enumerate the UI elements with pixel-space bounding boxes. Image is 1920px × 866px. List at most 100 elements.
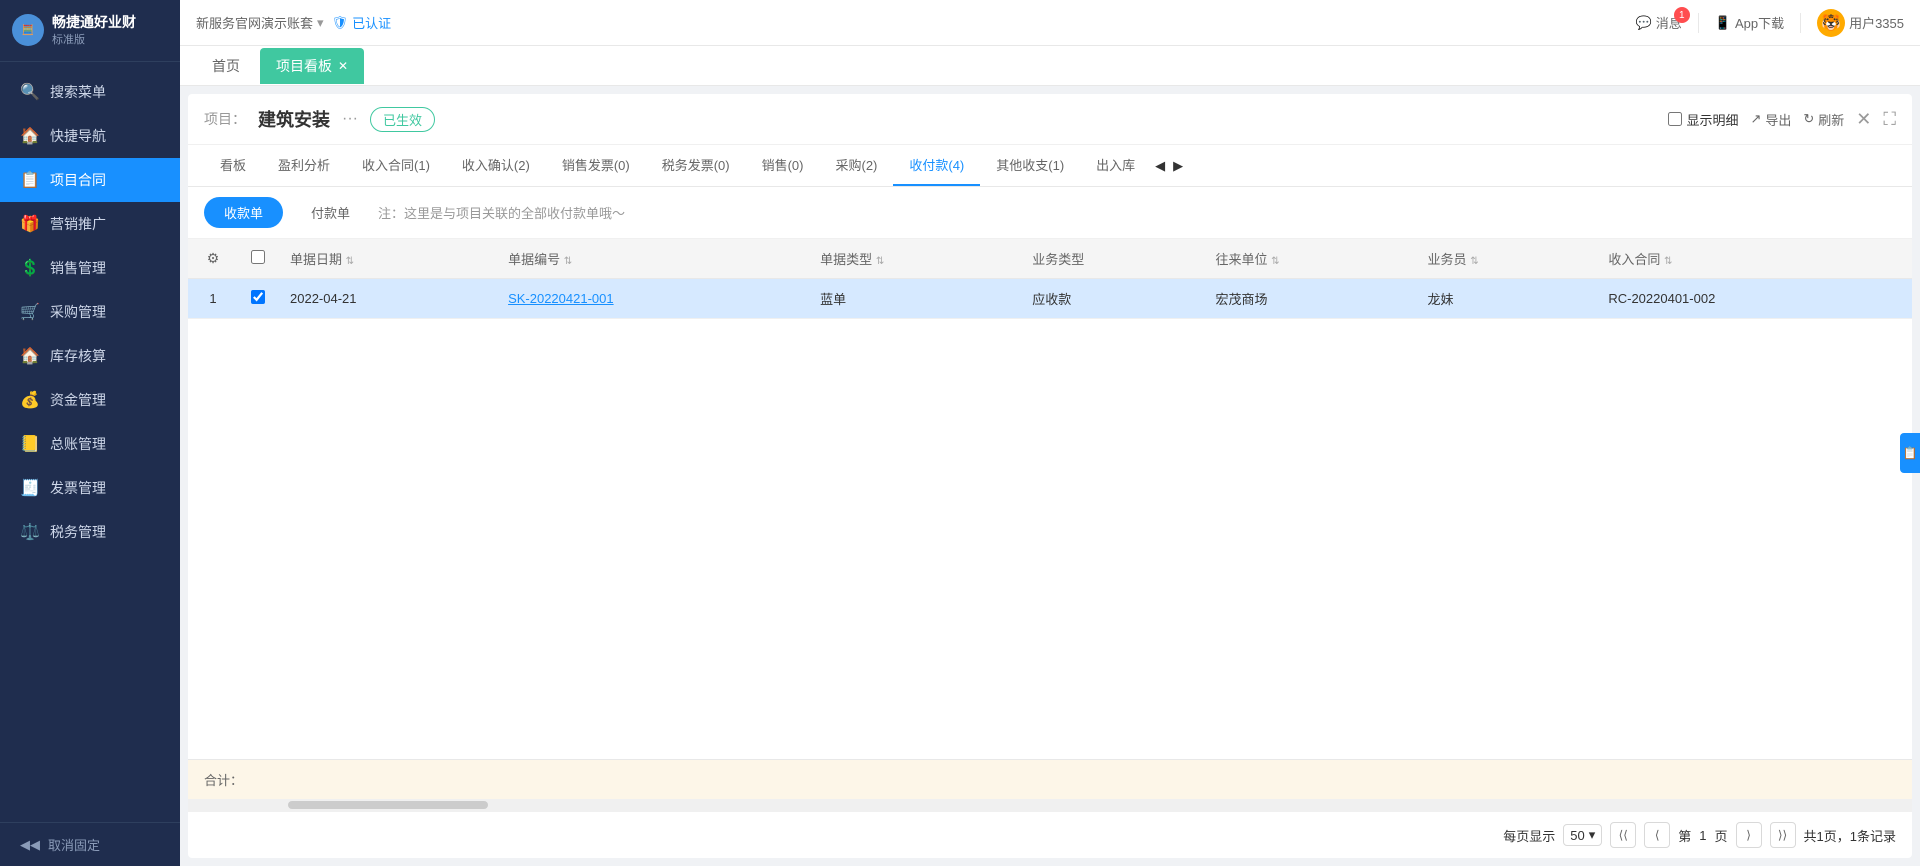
subtab-inout[interactable]: 出入库	[1080, 145, 1151, 186]
sidebar-unpin-button[interactable]: ◀◀ 取消固定	[0, 822, 180, 866]
project-icon: 📋	[20, 170, 40, 190]
sort-date-icon[interactable]: ⇅	[346, 256, 354, 267]
next-page-button[interactable]: ⟩	[1736, 822, 1762, 848]
app-version: 标准版	[52, 31, 136, 47]
subtab-purchase[interactable]: 采购(2)	[819, 145, 893, 186]
right-panel-toggle[interactable]: 📋	[1900, 433, 1920, 473]
col-partner: 往来单位 ⇅	[1203, 239, 1415, 279]
col-date: 单据日期 ⇅	[278, 239, 496, 279]
app-name: 畅捷通好业财	[52, 14, 136, 31]
show-detail-label: 显示明细	[1686, 110, 1738, 129]
show-detail-checkbox[interactable]: 显示明细	[1668, 110, 1738, 129]
tab-home[interactable]: 首页	[196, 48, 256, 84]
sidebar-item-sales[interactable]: 💲 销售管理	[0, 246, 180, 290]
sidebar-item-marketing[interactable]: 🎁 营销推广	[0, 202, 180, 246]
prev-page-button[interactable]: ⟨	[1644, 822, 1670, 848]
subtab-tax-invoice[interactable]: 税务发票(0)	[646, 145, 746, 186]
sidebar-item-search-label: 搜索菜单	[50, 82, 106, 102]
sidebar-item-tax[interactable]: ⚖️ 税务管理	[0, 510, 180, 554]
data-table: ⚙ 单据日期 ⇅ 单据编号 ⇅	[188, 239, 1912, 319]
sort-number-icon[interactable]: ⇅	[564, 256, 572, 267]
subtab-other[interactable]: 其他收支(1)	[980, 145, 1080, 186]
more-options-button[interactable]: ···	[342, 110, 358, 128]
sidebar-item-quick[interactable]: 🏠 快捷导航	[0, 114, 180, 158]
refresh-button[interactable]: ↻ 刷新	[1803, 110, 1844, 129]
subtab-sales[interactable]: 销售(0)	[746, 145, 820, 186]
unpin-icon: ◀◀	[20, 837, 40, 853]
subtab-income-contract[interactable]: 收入合同(1)	[346, 145, 446, 186]
scrollbar-thumb[interactable]	[288, 801, 488, 809]
payment-toggle[interactable]: 付款单	[291, 197, 370, 228]
first-page-button[interactable]: ⟨⟨	[1610, 822, 1636, 848]
total-info: 共1页，1条记录	[1804, 826, 1896, 845]
horizontal-scrollbar[interactable]	[188, 799, 1912, 811]
page-header-actions: 显示明细 ↗ 导出 ↻ 刷新 ✕ ⛶	[1668, 109, 1896, 130]
table-header-row: ⚙ 单据日期 ⇅ 单据编号 ⇅	[188, 239, 1912, 279]
subtab-receipt[interactable]: 收付款(4)	[893, 145, 980, 186]
message-badge: 1	[1674, 7, 1690, 23]
message-icon: 💬	[1636, 15, 1652, 31]
col-settings[interactable]: ⚙	[188, 239, 238, 279]
app-logo: 🧮	[12, 14, 44, 46]
receipt-toggle[interactable]: 收款单	[204, 197, 283, 228]
tab-close-icon[interactable]: ✕	[338, 59, 348, 73]
subtab-sales-invoice[interactable]: 销售发票(0)	[546, 145, 646, 186]
tax-icon: ⚖️	[20, 522, 40, 542]
col-income-contract: 收入合同 ⇅	[1596, 239, 1912, 279]
sort-type-icon[interactable]: ⇅	[876, 256, 884, 267]
certified-badge: 🛡 已认证	[332, 13, 392, 32]
money-icon: 💰	[20, 390, 40, 410]
last-page-button[interactable]: ⟩⟩	[1770, 822, 1796, 848]
row-partner: 宏茂商场	[1203, 279, 1415, 319]
search-icon: 🔍	[20, 82, 40, 102]
row-salesperson: 龙妹	[1416, 279, 1597, 319]
user-menu[interactable]: 🐯 用户3355	[1817, 9, 1904, 37]
table-footer: 合计：	[188, 759, 1912, 799]
gear-icon[interactable]: ⚙	[207, 250, 220, 266]
sidebar-item-invoice-label: 发票管理	[50, 478, 106, 498]
page-size-select[interactable]: 50 ▾	[1563, 824, 1602, 846]
row-number-link[interactable]: SK-20220421-001	[508, 291, 614, 306]
subtab-income-confirm[interactable]: 收入确认(2)	[446, 145, 546, 186]
account-name[interactable]: 新服务官网演示账套 ▾	[196, 13, 324, 32]
sidebar-item-capital[interactable]: 💰 资金管理	[0, 378, 180, 422]
messages-button[interactable]: 💬 消息 1	[1636, 13, 1682, 32]
page-close-button[interactable]: ✕	[1856, 109, 1871, 130]
sidebar-item-project[interactable]: 📋 项目合同	[0, 158, 180, 202]
page-expand-button[interactable]: ⛶	[1883, 109, 1896, 130]
sidebar-item-inventory[interactable]: 🏠 库存核算	[0, 334, 180, 378]
sort-salesperson-icon[interactable]: ⇅	[1470, 256, 1478, 267]
avatar: 🐯	[1817, 9, 1845, 37]
topbar-left: 新服务官网演示账套 ▾ 🛡 已认证	[196, 13, 391, 32]
sidebar-item-quick-label: 快捷导航	[50, 126, 106, 146]
sales-icon: 💲	[20, 258, 40, 278]
sidebar-item-ledger-label: 总账管理	[50, 434, 106, 454]
dropdown-icon: ▾	[317, 15, 324, 31]
page-size-label: 每页显示	[1503, 826, 1555, 845]
subtab-profit[interactable]: 盈利分析	[262, 145, 346, 186]
home-icon: 🏠	[20, 126, 40, 146]
row-checkbox[interactable]	[251, 290, 265, 304]
sort-partner-icon[interactable]: ⇅	[1271, 256, 1279, 267]
col-type: 单据类型 ⇅	[808, 239, 1020, 279]
sidebar-item-invoice[interactable]: 🧾 发票管理	[0, 466, 180, 510]
subtab-next[interactable]: ▶	[1169, 158, 1187, 174]
page-title: 建筑安装	[258, 106, 330, 132]
tab-project-board[interactable]: 项目看板 ✕	[260, 48, 364, 84]
subtab-prev[interactable]: ◀	[1151, 158, 1169, 174]
show-detail-input[interactable]	[1668, 112, 1682, 126]
sidebar-nav: 🔍 搜索菜单 🏠 快捷导航 📋 项目合同 🎁 营销推广 💲 销售管理 🛒 采购管…	[0, 62, 180, 822]
select-all-checkbox[interactable]	[251, 250, 265, 264]
subtab-board[interactable]: 看板	[204, 145, 262, 186]
sidebar-item-search[interactable]: 🔍 搜索菜单	[0, 70, 180, 114]
sidebar-item-ledger[interactable]: 📒 总账管理	[0, 422, 180, 466]
row-biz-type: 应收款	[1020, 279, 1203, 319]
topbar: 新服务官网演示账套 ▾ 🛡 已认证 💬 消息 1 📱 App下载 🐯 用	[180, 0, 1920, 46]
export-button[interactable]: ↗ 导出	[1750, 110, 1791, 129]
app-download-button[interactable]: 📱 App下载	[1715, 13, 1784, 32]
col-salesperson: 业务员 ⇅	[1416, 239, 1597, 279]
sort-contract-icon[interactable]: ⇅	[1664, 256, 1672, 267]
refresh-icon: ↻	[1803, 111, 1814, 127]
col-number: 单据编号 ⇅	[496, 239, 808, 279]
sidebar-item-purchase[interactable]: 🛒 采购管理	[0, 290, 180, 334]
